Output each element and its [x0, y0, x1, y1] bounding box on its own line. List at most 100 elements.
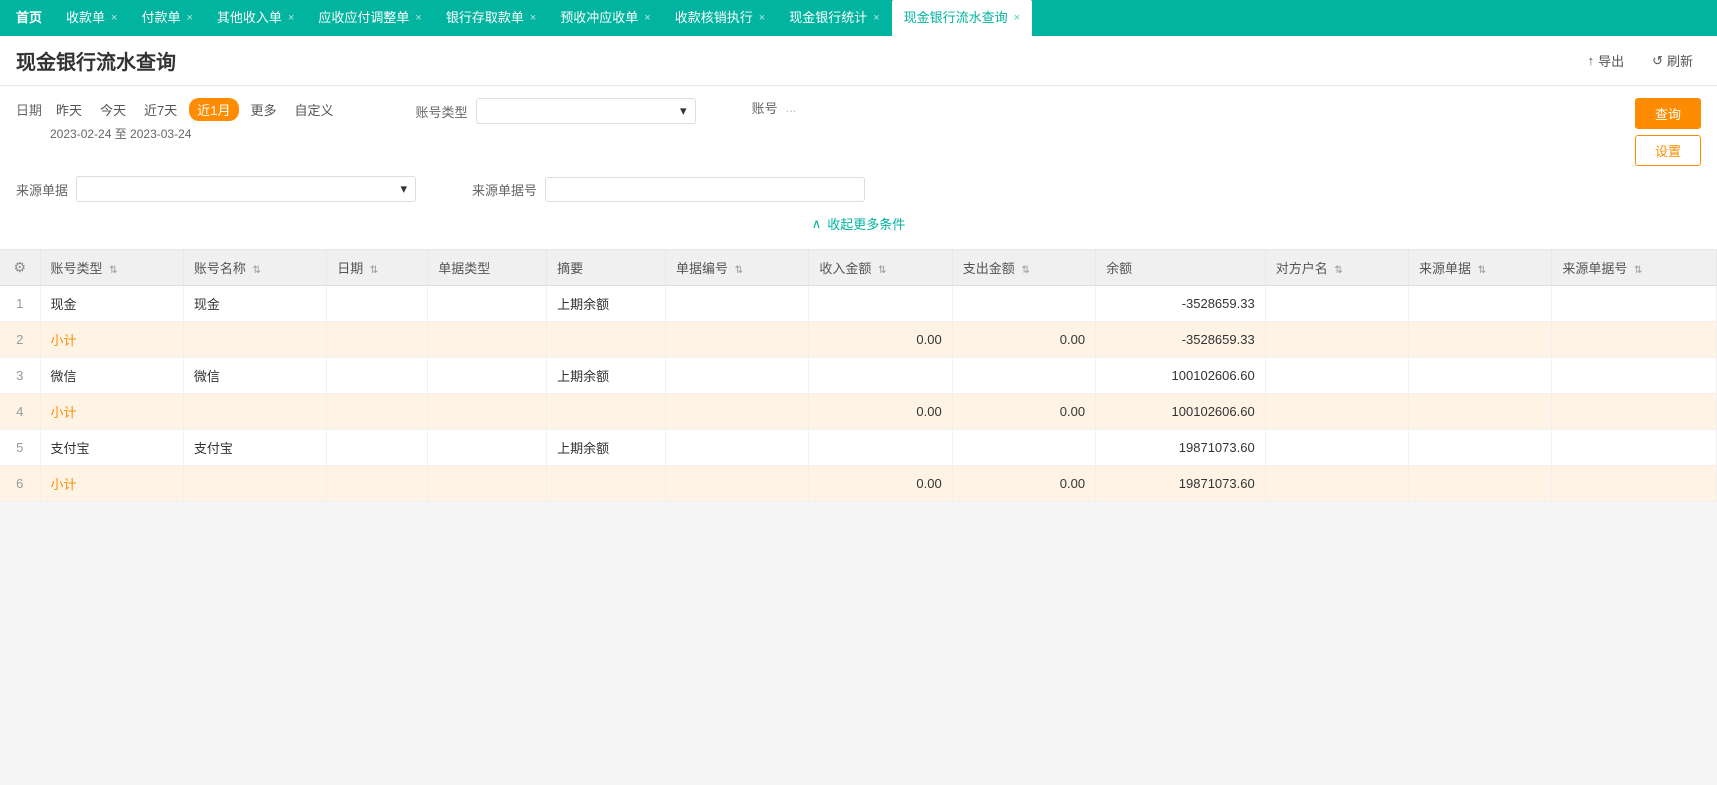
row-doc-no — [666, 466, 809, 502]
export-button[interactable]: ↑ 导出 — [1580, 47, 1633, 74]
nav-close-payments[interactable]: × — [186, 0, 192, 36]
row-balance: -3528659.33 — [1096, 286, 1266, 322]
collapse-label: 收起更多条件 — [827, 214, 905, 233]
row-doc-type — [428, 466, 547, 502]
nav-item-payments[interactable]: 付款单 × — [129, 0, 204, 36]
nav-item-home[interactable]: 首页 — [4, 0, 54, 36]
nav-close-bank-deposit[interactable]: × — [530, 0, 536, 36]
nav-item-bank-deposit[interactable]: 银行存取款单 × — [434, 0, 548, 36]
account-type-select[interactable]: ▾ — [476, 98, 696, 124]
row-number: 5 — [0, 430, 40, 466]
refresh-button[interactable]: ↺ 刷新 — [1644, 47, 1701, 74]
row-counterpart — [1265, 286, 1408, 322]
row-source-doc-no — [1552, 466, 1717, 502]
nav-cash-bank-query-label: 现金银行流水查询 — [904, 0, 1008, 36]
row-doc-no — [666, 394, 809, 430]
nav-item-other-income[interactable]: 其他收入单 × — [205, 0, 306, 36]
col-source-doc[interactable]: 来源单据 ⇅ — [1409, 250, 1552, 286]
row-doc-type — [428, 286, 547, 322]
source-doc-select[interactable]: ▾ — [76, 176, 416, 202]
sort-source-doc-icon: ⇅ — [1478, 265, 1486, 276]
row-number: 6 — [0, 466, 40, 502]
col-balance: 余额 — [1096, 250, 1266, 286]
row-doc-type — [428, 430, 547, 466]
row-summary — [547, 466, 666, 502]
row-doc-type — [428, 358, 547, 394]
row-date — [327, 322, 428, 358]
date-opt-more[interactable]: 更多 — [245, 98, 283, 121]
row-summary: 上期余额 — [547, 286, 666, 322]
nav-close-other-income[interactable]: × — [288, 0, 294, 36]
col-source-doc-no[interactable]: 来源单据号 ⇅ — [1552, 250, 1717, 286]
table-row[interactable]: 5支付宝支付宝上期余额19871073.60 — [0, 430, 1717, 466]
col-gear[interactable]: ⚙ — [0, 250, 40, 286]
table-row[interactable]: 1现金现金上期余额-3528659.33 — [0, 286, 1717, 322]
row-date — [327, 430, 428, 466]
row-doc-no — [666, 358, 809, 394]
nav-close-receipts[interactable]: × — [111, 0, 117, 36]
nav-receipts-label: 收款单 — [66, 0, 105, 36]
row-account-name: 微信 — [183, 358, 326, 394]
col-account-type[interactable]: 账号类型 ⇅ — [40, 250, 183, 286]
settings-button[interactable]: 设置 — [1635, 135, 1701, 166]
source-doc-no-input[interactable] — [545, 177, 865, 202]
nav-item-prepaid-ar[interactable]: 预收冲应收单 × — [548, 0, 662, 36]
nav-item-ar-ap-adjust[interactable]: 应收应付调整单 × — [306, 0, 433, 36]
col-counterpart[interactable]: 对方户名 ⇅ — [1265, 250, 1408, 286]
export-label: 导出 — [1598, 51, 1624, 70]
col-date[interactable]: 日期 ⇅ — [327, 250, 428, 286]
nav-bank-deposit-label: 银行存取款单 — [446, 0, 524, 36]
col-account-name[interactable]: 账号名称 ⇅ — [183, 250, 326, 286]
row-balance: 19871073.60 — [1096, 466, 1266, 502]
row-source-doc — [1409, 430, 1552, 466]
table-row[interactable]: 4小计0.000.00100102606.60 — [0, 394, 1717, 430]
row-balance: 19871073.60 — [1096, 430, 1266, 466]
row-source-doc — [1409, 286, 1552, 322]
row-expense — [952, 286, 1095, 322]
nav-item-receipt-verify[interactable]: 收款核销执行 × — [663, 0, 777, 36]
date-opt-today[interactable]: 今天 — [94, 98, 132, 121]
nav-close-receipt-verify[interactable]: × — [759, 0, 765, 36]
date-opt-custom[interactable]: 自定义 — [289, 98, 340, 121]
top-nav: 首页 收款单 × 付款单 × 其他收入单 × 应收应付调整单 × 银行存取款单 … — [0, 0, 1717, 36]
col-doc-type: 单据类型 — [428, 250, 547, 286]
row-date — [327, 286, 428, 322]
row-account-name — [183, 322, 326, 358]
col-expense[interactable]: 支出金额 ⇅ — [952, 250, 1095, 286]
nav-cash-bank-stats-label: 现金银行统计 — [789, 0, 867, 36]
row-balance: -3528659.33 — [1096, 322, 1266, 358]
nav-close-ar-ap[interactable]: × — [415, 0, 421, 36]
export-icon: ↑ — [1588, 53, 1595, 68]
page-header: 现金银行流水查询 ↑ 导出 ↺ 刷新 — [0, 36, 1717, 86]
collapse-button[interactable]: ∧ 收起更多条件 — [16, 210, 1701, 237]
row-source-doc-no — [1552, 286, 1717, 322]
nav-item-cash-bank-stats[interactable]: 现金银行统计 × — [777, 0, 891, 36]
col-doc-no[interactable]: 单据编号 ⇅ — [666, 250, 809, 286]
nav-item-cash-bank-query[interactable]: 现金银行流水查询 × — [892, 0, 1032, 36]
table-row[interactable]: 3微信微信上期余额100102606.60 — [0, 358, 1717, 394]
chevron-down-icon: ▾ — [680, 103, 687, 119]
table-row[interactable]: 2小计0.000.00-3528659.33 — [0, 322, 1717, 358]
nav-item-receipts[interactable]: 收款单 × — [54, 0, 129, 36]
col-income[interactable]: 收入金额 ⇅ — [809, 250, 952, 286]
date-opt-yesterday[interactable]: 昨天 — [50, 98, 88, 121]
nav-close-prepaid-ar[interactable]: × — [644, 0, 650, 36]
row-income: 0.00 — [809, 466, 952, 502]
row-counterpart — [1265, 394, 1408, 430]
nav-close-cash-bank-stats[interactable]: × — [873, 0, 879, 36]
gear-icon: ⚙ — [13, 259, 26, 275]
date-opt-7days[interactable]: 近7天 — [138, 98, 183, 121]
nav-receipt-verify-label: 收款核销执行 — [675, 0, 753, 36]
nav-close-cash-bank-query[interactable]: × — [1014, 0, 1020, 36]
date-opt-1month[interactable]: 近1月 — [189, 98, 238, 121]
row-source-doc — [1409, 358, 1552, 394]
table-row[interactable]: 6小计0.000.0019871073.60 — [0, 466, 1717, 502]
row-counterpart — [1265, 358, 1408, 394]
row-source-doc — [1409, 322, 1552, 358]
row-account-type: 支付宝 — [40, 430, 183, 466]
query-button[interactable]: 查询 — [1635, 98, 1701, 129]
account-dots: ... — [786, 100, 797, 115]
row-expense — [952, 430, 1095, 466]
row-counterpart — [1265, 466, 1408, 502]
row-summary — [547, 394, 666, 430]
